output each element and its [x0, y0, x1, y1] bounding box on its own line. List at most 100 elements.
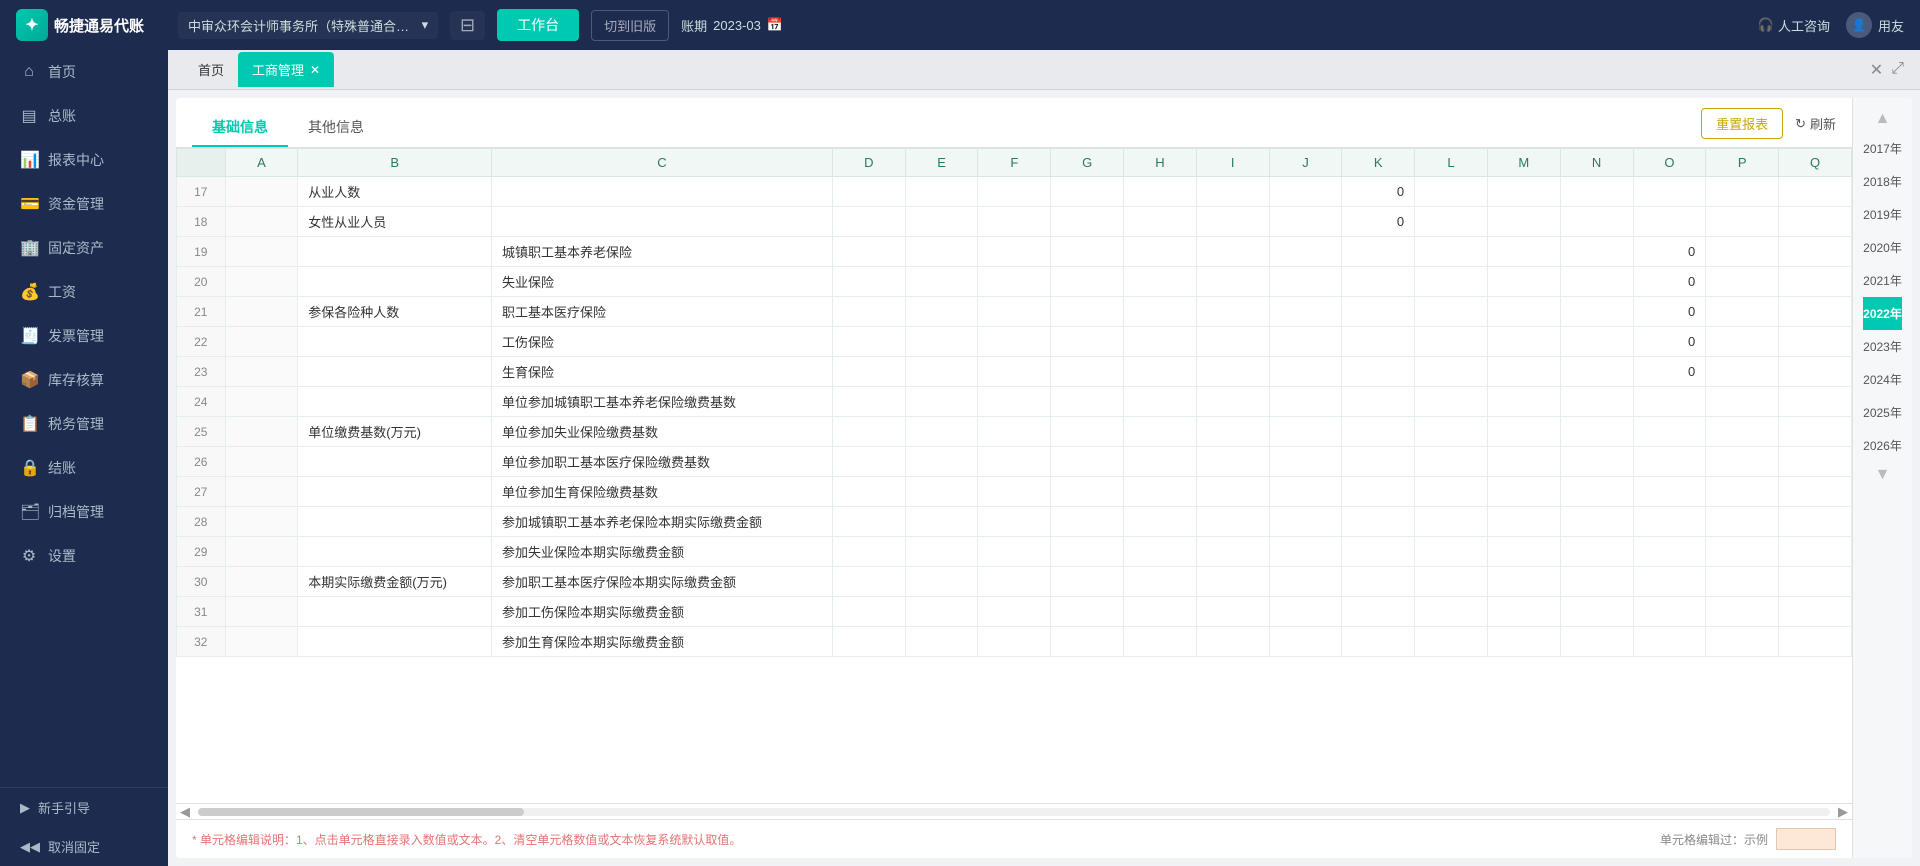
- cell-b[interactable]: [298, 537, 492, 567]
- cell-o[interactable]: [1633, 507, 1706, 537]
- row-num[interactable]: 28: [177, 507, 226, 537]
- cell-a[interactable]: [225, 507, 298, 537]
- cell-b[interactable]: [298, 477, 492, 507]
- cell-q[interactable]: [1779, 207, 1852, 237]
- cell-d[interactable]: [832, 537, 905, 567]
- cell-h[interactable]: [1124, 237, 1197, 267]
- cell-n[interactable]: [1560, 567, 1633, 597]
- cell-q[interactable]: [1779, 327, 1852, 357]
- cell-m[interactable]: [1487, 567, 1560, 597]
- cell-l[interactable]: [1415, 327, 1488, 357]
- cell-n[interactable]: [1560, 477, 1633, 507]
- cell-p[interactable]: [1706, 567, 1779, 597]
- cell-f[interactable]: [978, 567, 1051, 597]
- cell-k[interactable]: [1342, 447, 1415, 477]
- cell-j[interactable]: [1269, 357, 1342, 387]
- year-item-2019年[interactable]: 2019年: [1863, 198, 1902, 231]
- cell-l[interactable]: [1415, 237, 1488, 267]
- cell-i[interactable]: [1196, 387, 1269, 417]
- cell-h[interactable]: [1124, 477, 1197, 507]
- cell-l[interactable]: [1415, 267, 1488, 297]
- sidebar-item-invoice[interactable]: 🧾 发票管理: [0, 314, 168, 358]
- cell-q[interactable]: [1779, 177, 1852, 207]
- cell-i[interactable]: [1196, 267, 1269, 297]
- cell-o[interactable]: [1633, 597, 1706, 627]
- cell-f[interactable]: [978, 507, 1051, 537]
- year-item-2023年[interactable]: 2023年: [1863, 330, 1902, 363]
- cell-g[interactable]: [1051, 447, 1124, 477]
- cell-h[interactable]: [1124, 207, 1197, 237]
- cell-d[interactable]: [832, 567, 905, 597]
- cell-f[interactable]: [978, 387, 1051, 417]
- cell-g[interactable]: [1051, 237, 1124, 267]
- cell-j[interactable]: [1269, 297, 1342, 327]
- cell-e[interactable]: [905, 537, 978, 567]
- cell-a[interactable]: [225, 537, 298, 567]
- cell-o[interactable]: [1633, 477, 1706, 507]
- cell-j[interactable]: [1269, 507, 1342, 537]
- sidebar-item-settings[interactable]: ⚙ 设置: [0, 534, 168, 578]
- cell-o[interactable]: [1633, 627, 1706, 657]
- cell-m[interactable]: [1487, 627, 1560, 657]
- cell-p[interactable]: [1706, 237, 1779, 267]
- cell-o[interactable]: [1633, 417, 1706, 447]
- cell-d[interactable]: [832, 327, 905, 357]
- workbench-button[interactable]: 工作台: [497, 9, 579, 41]
- cell-k[interactable]: [1342, 597, 1415, 627]
- cell-q[interactable]: [1779, 297, 1852, 327]
- cell-p[interactable]: [1706, 597, 1779, 627]
- cell-g[interactable]: [1051, 357, 1124, 387]
- cell-d[interactable]: [832, 207, 905, 237]
- cell-g[interactable]: [1051, 387, 1124, 417]
- cell-e[interactable]: [905, 417, 978, 447]
- cell-q[interactable]: [1779, 627, 1852, 657]
- cell-b[interactable]: 参保各险种人数: [298, 297, 492, 327]
- cell-g[interactable]: [1051, 177, 1124, 207]
- year-item-2022年[interactable]: 2022年: [1863, 297, 1902, 330]
- cell-h[interactable]: [1124, 357, 1197, 387]
- row-num[interactable]: 19: [177, 237, 226, 267]
- tab-close-icon[interactable]: ✕: [310, 63, 320, 77]
- cell-e[interactable]: [905, 297, 978, 327]
- cell-d[interactable]: [832, 297, 905, 327]
- cell-k[interactable]: [1342, 267, 1415, 297]
- cell-q[interactable]: [1779, 387, 1852, 417]
- row-num[interactable]: 20: [177, 267, 226, 297]
- cell-a[interactable]: [225, 417, 298, 447]
- cell-m[interactable]: [1487, 417, 1560, 447]
- h-scrollbar[interactable]: ◀ ▶: [176, 803, 1852, 819]
- cell-h[interactable]: [1124, 417, 1197, 447]
- cell-b[interactable]: 女性从业人员: [298, 207, 492, 237]
- cell-j[interactable]: [1269, 267, 1342, 297]
- row-num[interactable]: 17: [177, 177, 226, 207]
- cell-b[interactable]: [298, 627, 492, 657]
- cell-q[interactable]: [1779, 447, 1852, 477]
- cell-i[interactable]: [1196, 237, 1269, 267]
- cell-c[interactable]: 生育保险: [492, 357, 833, 387]
- cell-g[interactable]: [1051, 207, 1124, 237]
- cell-b[interactable]: [298, 357, 492, 387]
- cell-k[interactable]: [1342, 567, 1415, 597]
- cell-h[interactable]: [1124, 327, 1197, 357]
- cell-c[interactable]: [492, 177, 833, 207]
- cell-h[interactable]: [1124, 507, 1197, 537]
- cell-m[interactable]: [1487, 177, 1560, 207]
- cell-l[interactable]: [1415, 537, 1488, 567]
- cell-n[interactable]: [1560, 297, 1633, 327]
- window-close-icon[interactable]: ✕: [1870, 60, 1883, 80]
- cell-d[interactable]: [832, 357, 905, 387]
- cell-e[interactable]: [905, 387, 978, 417]
- cell-n[interactable]: [1560, 417, 1633, 447]
- cell-a[interactable]: [225, 237, 298, 267]
- cell-m[interactable]: [1487, 207, 1560, 237]
- year-scroll-down[interactable]: ▼: [1871, 462, 1895, 488]
- cell-c[interactable]: 单位参加城镇职工基本养老保险缴费基数: [492, 387, 833, 417]
- calendar-icon[interactable]: 📅: [767, 17, 783, 33]
- cell-f[interactable]: [978, 297, 1051, 327]
- cell-j[interactable]: [1269, 537, 1342, 567]
- year-item-2026年[interactable]: 2026年: [1863, 429, 1902, 462]
- cell-j[interactable]: [1269, 327, 1342, 357]
- cell-o[interactable]: [1633, 567, 1706, 597]
- cell-n[interactable]: [1560, 387, 1633, 417]
- cell-f[interactable]: [978, 447, 1051, 477]
